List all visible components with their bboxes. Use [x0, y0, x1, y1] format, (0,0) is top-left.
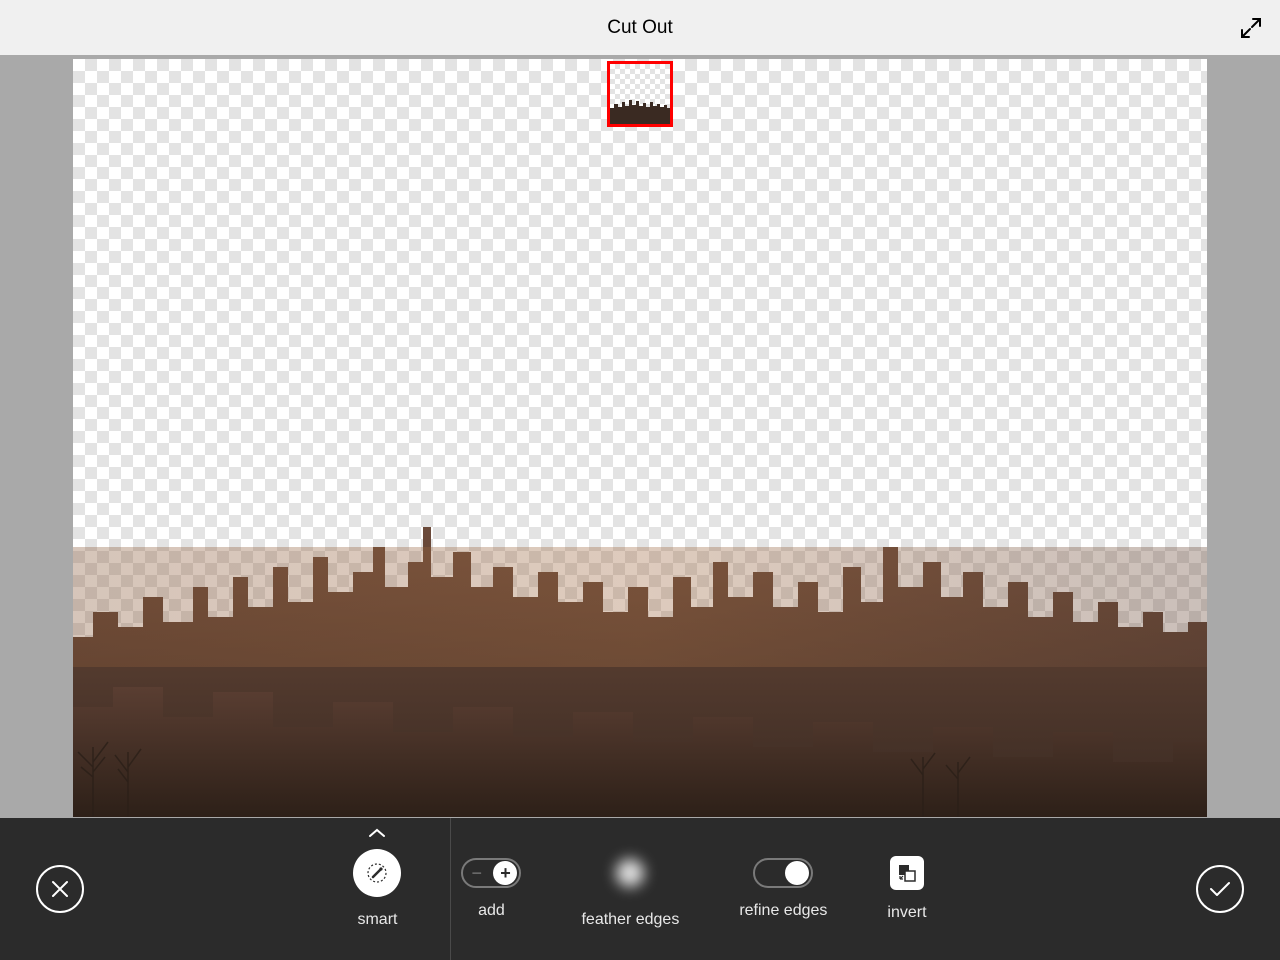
- skyline-image: [73, 517, 1207, 817]
- bottom-toolbar: smart − + add feather edges refine edges: [0, 818, 1280, 960]
- navigator-thumbnail[interactable]: [607, 61, 673, 127]
- add-toggle[interactable]: − +: [461, 858, 521, 888]
- minus-icon: −: [471, 864, 482, 882]
- chevron-up-icon: [368, 825, 386, 843]
- refine-edges-toggle[interactable]: [753, 858, 813, 888]
- expand-icon: [1240, 17, 1262, 39]
- plus-icon: +: [493, 861, 517, 885]
- toggle-knob-icon: [785, 861, 809, 885]
- editing-canvas[interactable]: [73, 59, 1207, 817]
- workspace: [0, 55, 1280, 818]
- feather-edges-label: feather edges: [581, 911, 679, 929]
- invert-tool[interactable]: invert: [887, 856, 926, 922]
- refine-edges-label: refine edges: [739, 902, 827, 920]
- magic-wand-icon: [363, 859, 391, 887]
- page-title: Cut Out: [607, 17, 672, 39]
- smart-tool-label: smart: [357, 911, 397, 929]
- close-icon: [50, 879, 70, 899]
- add-tool-label: add: [478, 902, 505, 920]
- feather-dot-icon: [616, 859, 644, 887]
- invert-icon: [896, 862, 918, 884]
- smart-tool[interactable]: smart: [353, 849, 401, 929]
- check-icon: [1208, 879, 1232, 899]
- thumbnail-skyline-icon: [610, 96, 670, 124]
- feather-edges-button[interactable]: [606, 849, 654, 897]
- add-tool[interactable]: − + add: [461, 858, 521, 920]
- confirm-button[interactable]: [1196, 865, 1244, 913]
- feather-edges-tool[interactable]: feather edges: [581, 849, 679, 929]
- fullscreen-button[interactable]: [1240, 17, 1262, 39]
- invert-button[interactable]: [890, 856, 924, 890]
- cancel-button[interactable]: [36, 865, 84, 913]
- header-bar: Cut Out: [0, 0, 1280, 55]
- smart-tool-button[interactable]: [353, 849, 401, 897]
- refine-edges-tool[interactable]: refine edges: [739, 858, 827, 920]
- invert-tool-label: invert: [887, 904, 926, 922]
